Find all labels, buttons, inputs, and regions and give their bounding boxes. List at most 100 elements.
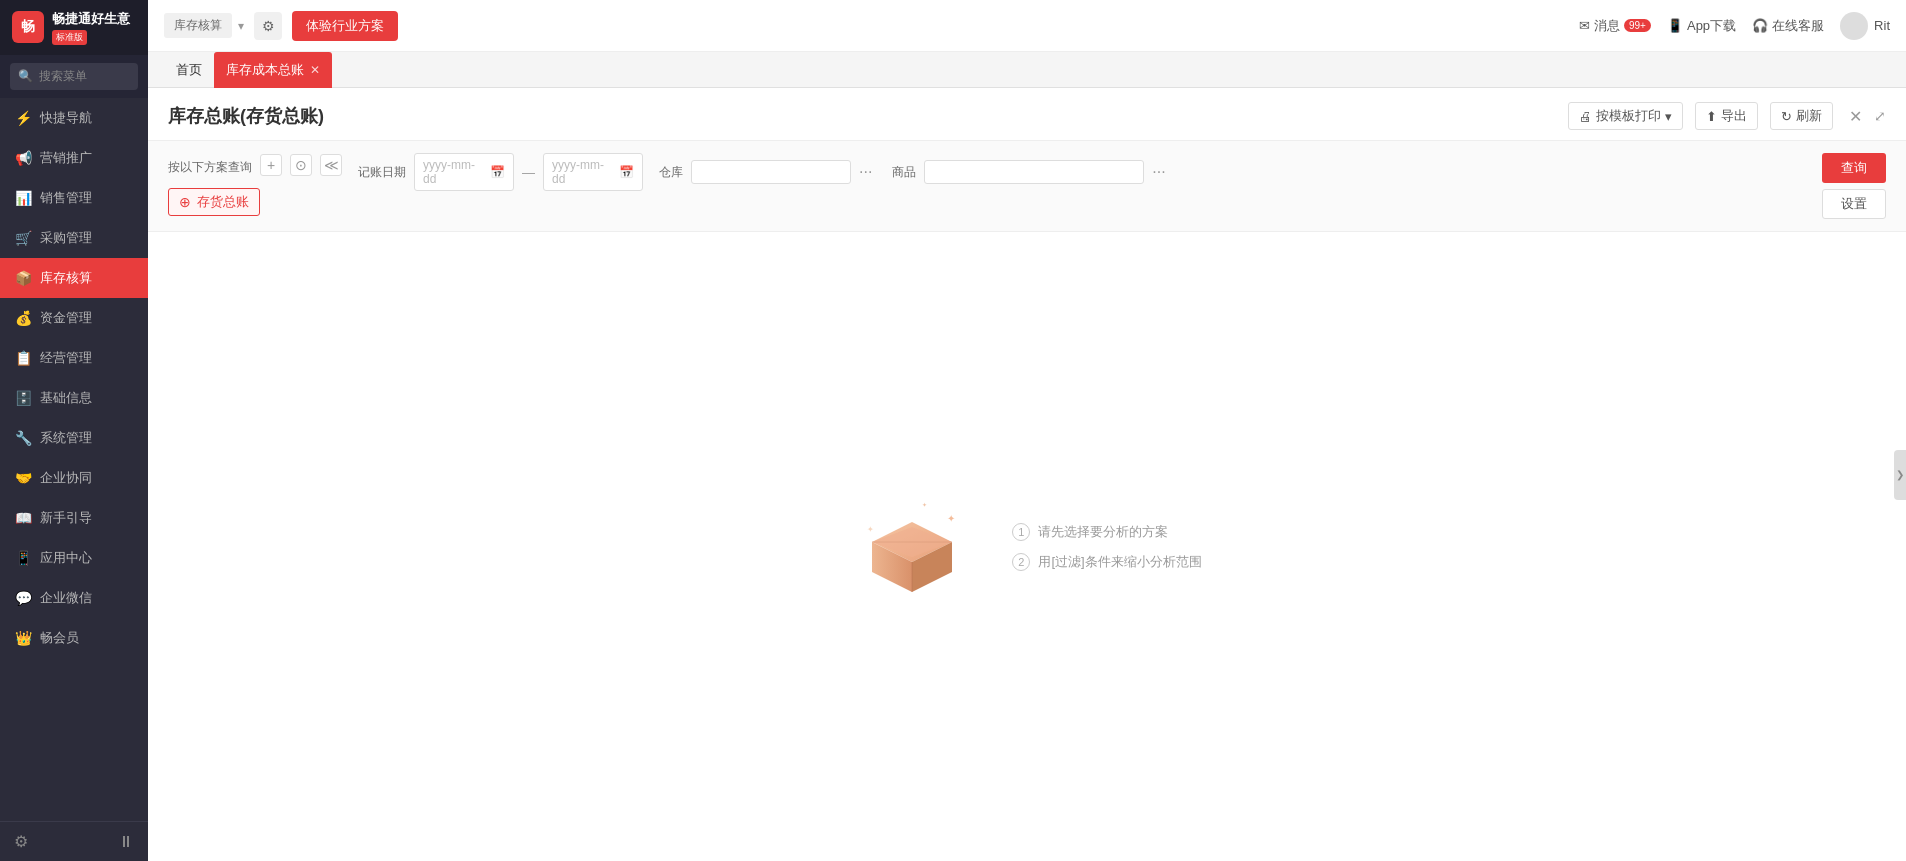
expand-icon[interactable]: ⤢ <box>1874 108 1886 124</box>
warehouse-input[interactable] <box>691 160 851 184</box>
page-header-actions: 🖨 按模板打印 ▾ ⬆ 导出 ↻ 刷新 ✕ ⤢ <box>1568 102 1886 130</box>
nav-label-marketing: 营销推广 <box>40 149 92 167</box>
query-btn[interactable]: 查询 <box>1822 153 1886 183</box>
nav-icon-sales: 📊 <box>14 189 32 207</box>
user-avatar <box>1840 12 1868 40</box>
nav-icon-wechat: 💬 <box>14 589 32 607</box>
export-label: 导出 <box>1721 107 1747 125</box>
nav-icon-corp: 🤝 <box>14 469 32 487</box>
page-area: 库存总账(存货总账) 🖨 按模板打印 ▾ ⬆ 导出 ↻ 刷新 ✕ ⤢ <box>148 88 1906 861</box>
settings-icon[interactable]: ⚙ <box>14 832 28 851</box>
nav-icon-marketing: 📢 <box>14 149 32 167</box>
empty-box-svg: ✦ ✦ ✦ <box>852 487 972 607</box>
filter-scheme[interactable]: ⊕ 存货总账 <box>168 188 260 216</box>
sidebar-item-basic[interactable]: 🗄️ 基础信息 <box>0 378 148 418</box>
sidebar-item-appstore[interactable]: 📱 应用中心 <box>0 538 148 578</box>
print-btn[interactable]: 🖨 按模板打印 ▾ <box>1568 102 1683 130</box>
sidebar-item-operation[interactable]: 📋 经营管理 <box>0 338 148 378</box>
topbar: 库存核算 ▾ ⚙ 体验行业方案 ✉ 消息 99+ 📱 App下载 🎧 在线客服 … <box>148 0 1906 52</box>
page-title: 库存总账(存货总账) <box>168 104 324 128</box>
date-start-input[interactable]: yyyy-mm-dd 📅 <box>414 153 514 191</box>
sidebar-item-inventory[interactable]: 📦 库存核算 <box>0 258 148 298</box>
app-label: App下载 <box>1687 17 1736 35</box>
nav-label-basic: 基础信息 <box>40 389 92 407</box>
action-btns: 查询 设置 <box>1822 153 1886 219</box>
filter-collapse-btn[interactable]: ≪ <box>320 154 342 176</box>
user-area[interactable]: Rit <box>1840 12 1890 40</box>
nav-icon-basic: 🗄️ <box>14 389 32 407</box>
warehouse-label: 仓库 <box>659 164 683 181</box>
svg-text:✦: ✦ <box>922 502 927 508</box>
sidebar-item-sales[interactable]: 📊 销售管理 <box>0 178 148 218</box>
export-btn[interactable]: ⬆ 导出 <box>1695 102 1758 130</box>
logo-area: 畅 畅捷通好生意 标准版 <box>0 0 148 55</box>
nav-label-inventory: 库存核算 <box>40 269 92 287</box>
filter-label: 按以下方案查询 <box>168 153 252 176</box>
message-btn[interactable]: ✉ 消息 99+ <box>1579 17 1651 35</box>
user-name: Rit <box>1874 18 1890 33</box>
tip-item-2: 2 用[过滤]条件来缩小分析范围 <box>1012 553 1201 571</box>
online-support-btn[interactable]: 🎧 在线客服 <box>1752 17 1824 35</box>
svg-text:✦: ✦ <box>867 525 874 534</box>
collapse-icon[interactable]: ⏸ <box>118 833 134 851</box>
sidebar-item-member[interactable]: 👑 畅会员 <box>0 618 148 658</box>
empty-illustration: ✦ ✦ ✦ <box>852 487 972 607</box>
sidebar-item-system[interactable]: 🔧 系统管理 <box>0 418 148 458</box>
date-separator: — <box>522 165 535 180</box>
calendar-icon-end[interactable]: 📅 <box>619 165 634 179</box>
filter-add-btn[interactable]: + <box>260 154 282 176</box>
warehouse-more-btn[interactable]: ··· <box>855 163 876 181</box>
filter-settings-btn[interactable]: ⊙ <box>290 154 312 176</box>
date-end-input[interactable]: yyyy-mm-dd 📅 <box>543 153 643 191</box>
tab-home-label: 首页 <box>176 61 202 79</box>
settings-page-btn[interactable]: 设置 <box>1822 189 1886 219</box>
sidebar-item-finance[interactable]: 💰 资金管理 <box>0 298 148 338</box>
date-end-placeholder: yyyy-mm-dd <box>552 158 611 186</box>
nav-icon-operation: 📋 <box>14 349 32 367</box>
sidebar-item-wechat[interactable]: 💬 企业微信 <box>0 578 148 618</box>
breadcrumb-dropdown[interactable]: ▾ <box>238 19 244 33</box>
app-download-btn[interactable]: 📱 App下载 <box>1667 17 1736 35</box>
empty-tips: 1 请先选择要分析的方案 2 用[过滤]条件来缩小分析范围 <box>1012 523 1201 571</box>
export-icon: ⬆ <box>1706 109 1717 124</box>
nav-label-purchase: 采购管理 <box>40 229 92 247</box>
sidebar-item-guide[interactable]: 📖 新手引导 <box>0 498 148 538</box>
goods-more-btn[interactable]: ··· <box>1148 163 1169 181</box>
page-header: 库存总账(存货总账) 🖨 按模板打印 ▾ ⬆ 导出 ↻ 刷新 ✕ ⤢ <box>148 88 1906 141</box>
calendar-icon-start[interactable]: 📅 <box>490 165 505 179</box>
support-label: 在线客服 <box>1772 17 1824 35</box>
tab-inventory-cost[interactable]: 库存成本总账 ✕ <box>214 52 332 88</box>
breadcrumb: 库存核算 <box>164 13 232 38</box>
topbar-left: 库存核算 ▾ ⚙ 体验行业方案 <box>164 11 1579 41</box>
tab-bar: 首页 库存成本总账 ✕ <box>148 52 1906 88</box>
refresh-btn[interactable]: ↻ 刷新 <box>1770 102 1833 130</box>
industry-btn[interactable]: 体验行业方案 <box>292 11 398 41</box>
printer-icon: 🖨 <box>1579 109 1592 124</box>
print-dropdown-icon[interactable]: ▾ <box>1665 109 1672 124</box>
nav-icon-member: 👑 <box>14 629 32 647</box>
topbar-settings-btn[interactable]: ⚙ <box>254 12 282 40</box>
nav-icon-appstore: 📱 <box>14 549 32 567</box>
main-content: 库存核算 ▾ ⚙ 体验行业方案 ✉ 消息 99+ 📱 App下载 🎧 在线客服 … <box>148 0 1906 861</box>
sidebar-nav: ⚡ 快捷导航 📢 营销推广 📊 销售管理 🛒 采购管理 📦 库存核算 💰 资金管… <box>0 98 148 821</box>
tip-item-1: 1 请先选择要分析的方案 <box>1012 523 1201 541</box>
right-panel-toggle[interactable]: ❯ <box>1894 450 1906 500</box>
sidebar-item-quick-nav[interactable]: ⚡ 快捷导航 <box>0 98 148 138</box>
sidebar-search-btn[interactable]: 🔍 搜索菜单 <box>10 63 138 90</box>
sidebar: 畅 畅捷通好生意 标准版 🔍 搜索菜单 ⚡ 快捷导航 📢 营销推广 📊 销售管理… <box>0 0 148 861</box>
nav-label-wechat: 企业微信 <box>40 589 92 607</box>
nav-label-member: 畅会员 <box>40 629 79 647</box>
date-start-placeholder: yyyy-mm-dd <box>423 158 482 186</box>
nav-icon-system: 🔧 <box>14 429 32 447</box>
sidebar-item-corp[interactable]: 🤝 企业协同 <box>0 458 148 498</box>
tab-close-btn[interactable]: ✕ <box>310 63 320 77</box>
sidebar-item-marketing[interactable]: 📢 营销推广 <box>0 138 148 178</box>
sidebar-search-area[interactable]: 🔍 搜索菜单 <box>0 55 148 98</box>
close-panel-btn[interactable]: ✕ <box>1849 107 1862 126</box>
sidebar-item-purchase[interactable]: 🛒 采购管理 <box>0 218 148 258</box>
nav-label-finance: 资金管理 <box>40 309 92 327</box>
tab-home[interactable]: 首页 <box>164 52 214 88</box>
message-badge: 99+ <box>1624 19 1651 32</box>
warehouse-input-group: ··· <box>691 160 876 184</box>
goods-input[interactable] <box>924 160 1144 184</box>
